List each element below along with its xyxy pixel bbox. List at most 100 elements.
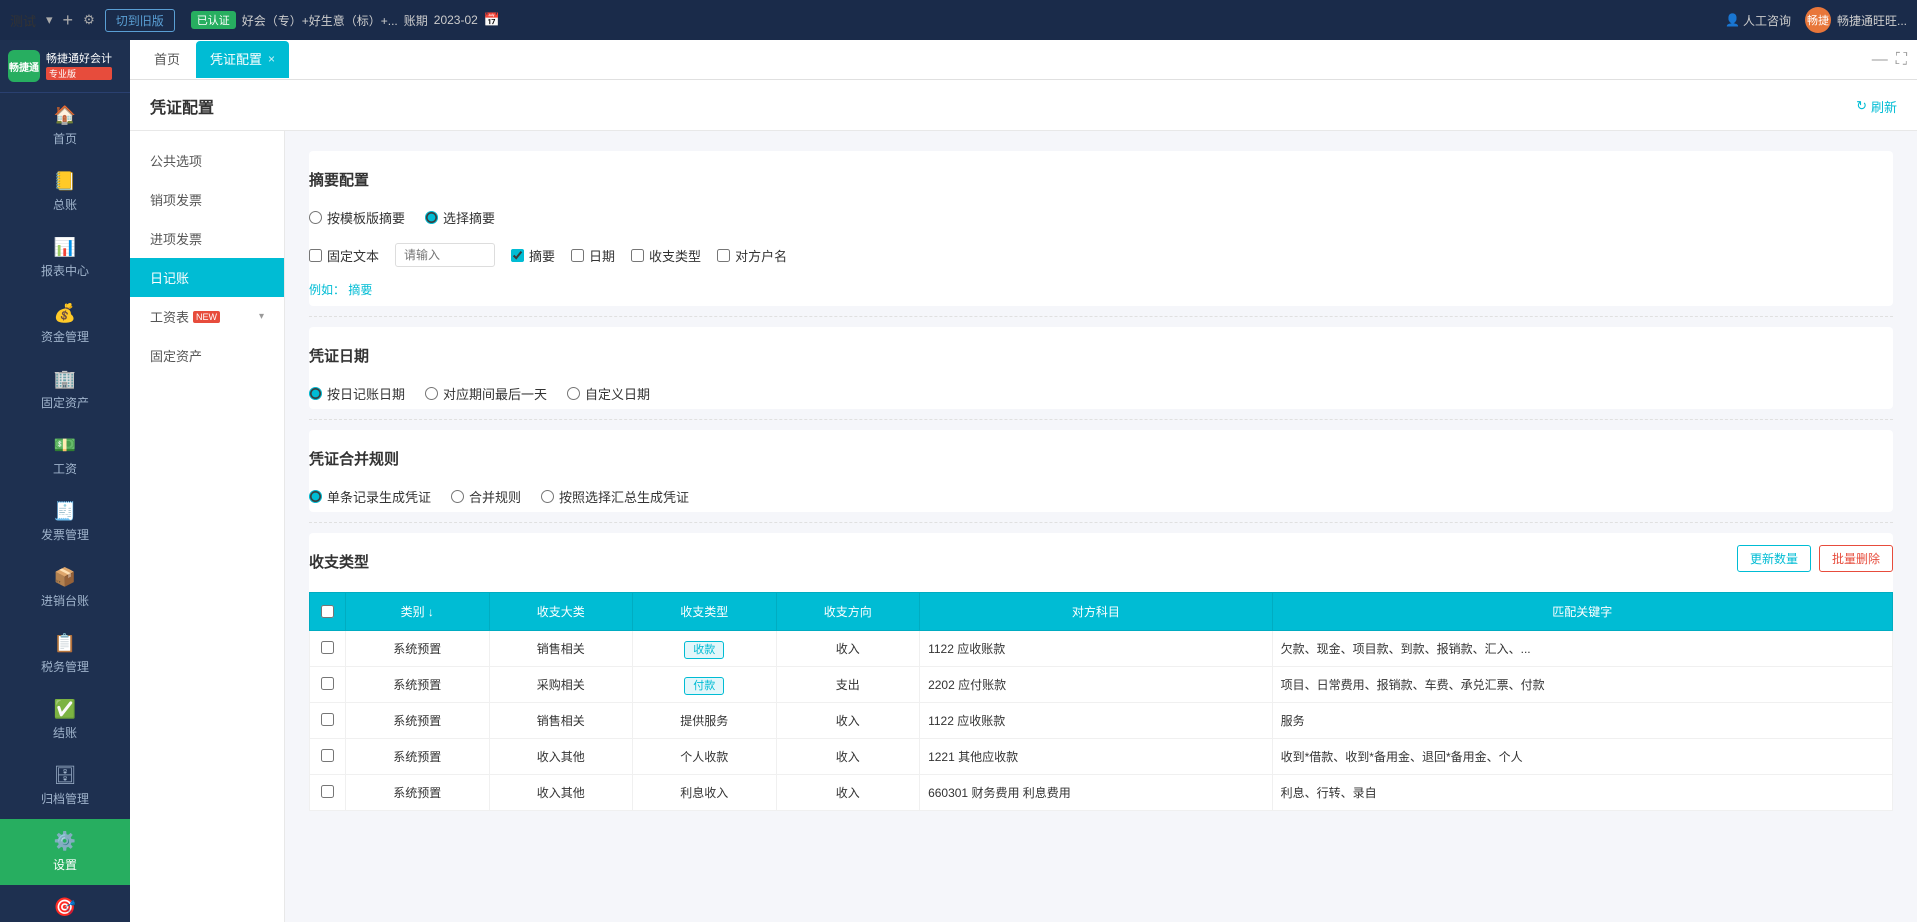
- radio-period-last[interactable]: 对应期间最后一天: [425, 384, 547, 403]
- checkbox-counterparty[interactable]: 对方户名: [717, 246, 787, 265]
- checkbox-fixed-text[interactable]: 固定文本: [309, 246, 379, 265]
- tab-minimize-icon[interactable]: —: [1872, 51, 1888, 69]
- sidebar-item-tax[interactable]: 📋 税务管理: [0, 621, 130, 687]
- divider-2: [309, 419, 1893, 420]
- page-header: 凭证配置 ↻ 刷新: [130, 80, 1917, 131]
- checkbox-type[interactable]: 收支类型: [631, 246, 701, 265]
- logo-icon: 畅捷通: [8, 50, 40, 82]
- page-title: 凭证配置: [150, 94, 214, 130]
- type-badge-0[interactable]: 收款: [684, 641, 724, 659]
- top-bar-title: 测试: [10, 11, 36, 30]
- sidebar-item-settings-label: 设置: [53, 856, 77, 873]
- close-period-icon: ✅: [54, 699, 76, 720]
- sidebar-item-reports-label: 报表中心: [41, 262, 89, 279]
- update-count-button[interactable]: 更新数量: [1737, 545, 1811, 572]
- sidebar-item-home[interactable]: 🏠 首页: [0, 93, 130, 159]
- sidebar-item-invoice-label: 发票管理: [41, 526, 89, 543]
- row-category-1: 系统预置: [346, 667, 490, 703]
- help-button[interactable]: 👤 人工咨询: [1725, 12, 1791, 29]
- left-nav-payroll[interactable]: 工资表 NEW ▾: [130, 297, 284, 336]
- row-checkbox[interactable]: [321, 677, 334, 690]
- sidebar-item-close-label: 结账: [53, 724, 77, 741]
- row-type-1: 付款: [633, 667, 777, 703]
- switch-version-button[interactable]: 切到旧版: [105, 9, 175, 32]
- col-category[interactable]: 类别 ↓: [346, 593, 490, 631]
- col-main-type: 收支大类: [489, 593, 633, 631]
- sidebar: 畅捷通 畅捷通好会计 专业版 🏠 首页 📒 总账 📊 报表中心 💰 资金管理 🏢…: [0, 40, 130, 922]
- sidebar-item-assets[interactable]: 🏢 固定资产: [0, 357, 130, 423]
- fixed-text-input[interactable]: [395, 243, 495, 267]
- row-direction-0: 收入: [776, 631, 920, 667]
- sidebar-item-ledger-label: 总账: [53, 196, 77, 213]
- row-checkbox-0: [310, 631, 346, 667]
- summary-radio-group: 按模板版摘要 选择摘要: [309, 202, 1893, 233]
- sidebar-item-stock[interactable]: 📦 进销台账: [0, 555, 130, 621]
- select-all-checkbox[interactable]: [321, 605, 334, 618]
- top-bar-arrow[interactable]: ▾: [46, 12, 53, 28]
- top-bar-gear[interactable]: ⚙: [83, 12, 95, 28]
- row-checkbox[interactable]: [321, 641, 334, 654]
- radio-custom-date[interactable]: 自定义日期: [567, 384, 650, 403]
- row-checkbox[interactable]: [321, 713, 334, 726]
- sidebar-item-home-label: 首页: [53, 130, 77, 147]
- summary-config-title: 摘要配置: [309, 151, 1893, 202]
- batch-delete-button[interactable]: 批量删除: [1819, 545, 1893, 572]
- sidebar-item-invoice[interactable]: 🧾 发票管理: [0, 489, 130, 555]
- inner-layout: 公共选项 销项发票 进项发票 日记账 工资表 NEW ▾ 固定资产: [130, 131, 1917, 922]
- left-nav-diary[interactable]: 日记账: [130, 258, 284, 297]
- calendar-icon[interactable]: 📅: [484, 12, 500, 28]
- radio-merge[interactable]: 合并规则: [451, 487, 521, 506]
- checkbox-summary[interactable]: 摘要: [511, 246, 555, 265]
- refresh-button[interactable]: ↻ 刷新: [1856, 97, 1897, 128]
- row-checkbox[interactable]: [321, 785, 334, 798]
- tab-voucher-config[interactable]: 凭证配置 ×: [196, 41, 289, 78]
- row-category-4: 系统预置: [346, 775, 490, 811]
- sidebar-item-reports[interactable]: 📊 报表中心: [0, 225, 130, 291]
- sidebar-item-finance[interactable]: 💰 资金管理: [0, 291, 130, 357]
- sidebar-item-close[interactable]: ✅ 结账: [0, 687, 130, 753]
- radio-summary[interactable]: 按照选择汇总生成凭证: [541, 487, 689, 506]
- tab-close-icon[interactable]: ×: [268, 52, 275, 66]
- sidebar-item-settings[interactable]: ⚙️ 设置: [0, 819, 130, 885]
- invoice-icon: 🧾: [54, 501, 76, 522]
- sidebar-item-archive[interactable]: 🗄 归档管理: [0, 753, 130, 819]
- table-row: 系统预置 销售相关 收款 收入 1122 应收账款 欠款、现金、项目款、到款、报…: [310, 631, 1893, 667]
- row-subject-2: 1122 应收账款: [920, 703, 1273, 739]
- table-actions: 更新数量 批量删除: [1737, 545, 1893, 572]
- sidebar-item-archive-label: 归档管理: [41, 790, 89, 807]
- row-checkbox[interactable]: [321, 749, 334, 762]
- row-main-type-1: 采购相关: [489, 667, 633, 703]
- top-bar-plus[interactable]: +: [63, 10, 74, 31]
- left-nav-purchase-invoice[interactable]: 进项发票: [130, 219, 284, 258]
- row-keywords-4: 利息、行转、录自: [1272, 775, 1892, 811]
- radio-select[interactable]: 选择摘要: [425, 208, 495, 227]
- row-subject-4: 660301 财务费用 利息费用: [920, 775, 1273, 811]
- left-nav-public[interactable]: 公共选项: [130, 141, 284, 180]
- sidebar-item-ledger[interactable]: 📒 总账: [0, 159, 130, 225]
- row-category-3: 系统预置: [346, 739, 490, 775]
- income-expense-table: 类别 ↓ 收支大类 收支类型 收支方向: [309, 592, 1893, 811]
- tab-home[interactable]: 首页: [140, 41, 194, 78]
- divider-3: [309, 522, 1893, 523]
- row-subject-3: 1221 其他应收款: [920, 739, 1273, 775]
- col-subject: 对方科目: [920, 593, 1273, 631]
- checkbox-date[interactable]: 日期: [571, 246, 615, 265]
- sidebar-item-guide[interactable]: 🎯 新手引导: [0, 885, 130, 922]
- ledger-icon: 📒: [54, 171, 76, 192]
- tab-expand-icon[interactable]: ⛶: [1896, 51, 1907, 69]
- row-direction-3: 收入: [776, 739, 920, 775]
- voucher-date-section: 凭证日期 按日记账日期 对应期间最后一天 自定义日期: [309, 327, 1893, 409]
- row-subject-0: 1122 应收账款: [920, 631, 1273, 667]
- logo-text: 畅捷通好会计: [46, 52, 112, 66]
- row-keywords-0: 欠款、现金、项目款、到款、报销款、汇入、...: [1272, 631, 1892, 667]
- left-nav-fixed-assets[interactable]: 固定资产: [130, 336, 284, 375]
- tax-icon: 📋: [54, 633, 76, 654]
- radio-template[interactable]: 按模板版摘要: [309, 208, 405, 227]
- type-badge-1[interactable]: 付款: [684, 677, 724, 695]
- radio-single[interactable]: 单条记录生成凭证: [309, 487, 431, 506]
- radio-diary-date[interactable]: 按日记账日期: [309, 384, 405, 403]
- voucher-date-title: 凭证日期: [309, 327, 1893, 378]
- table-row: 系统预置 收入其他 个人收款 收入 1221 其他应收款 收到*借款、收到*备用…: [310, 739, 1893, 775]
- left-nav-sales-invoice[interactable]: 销项发票: [130, 180, 284, 219]
- sidebar-item-salary[interactable]: 💵 工资: [0, 423, 130, 489]
